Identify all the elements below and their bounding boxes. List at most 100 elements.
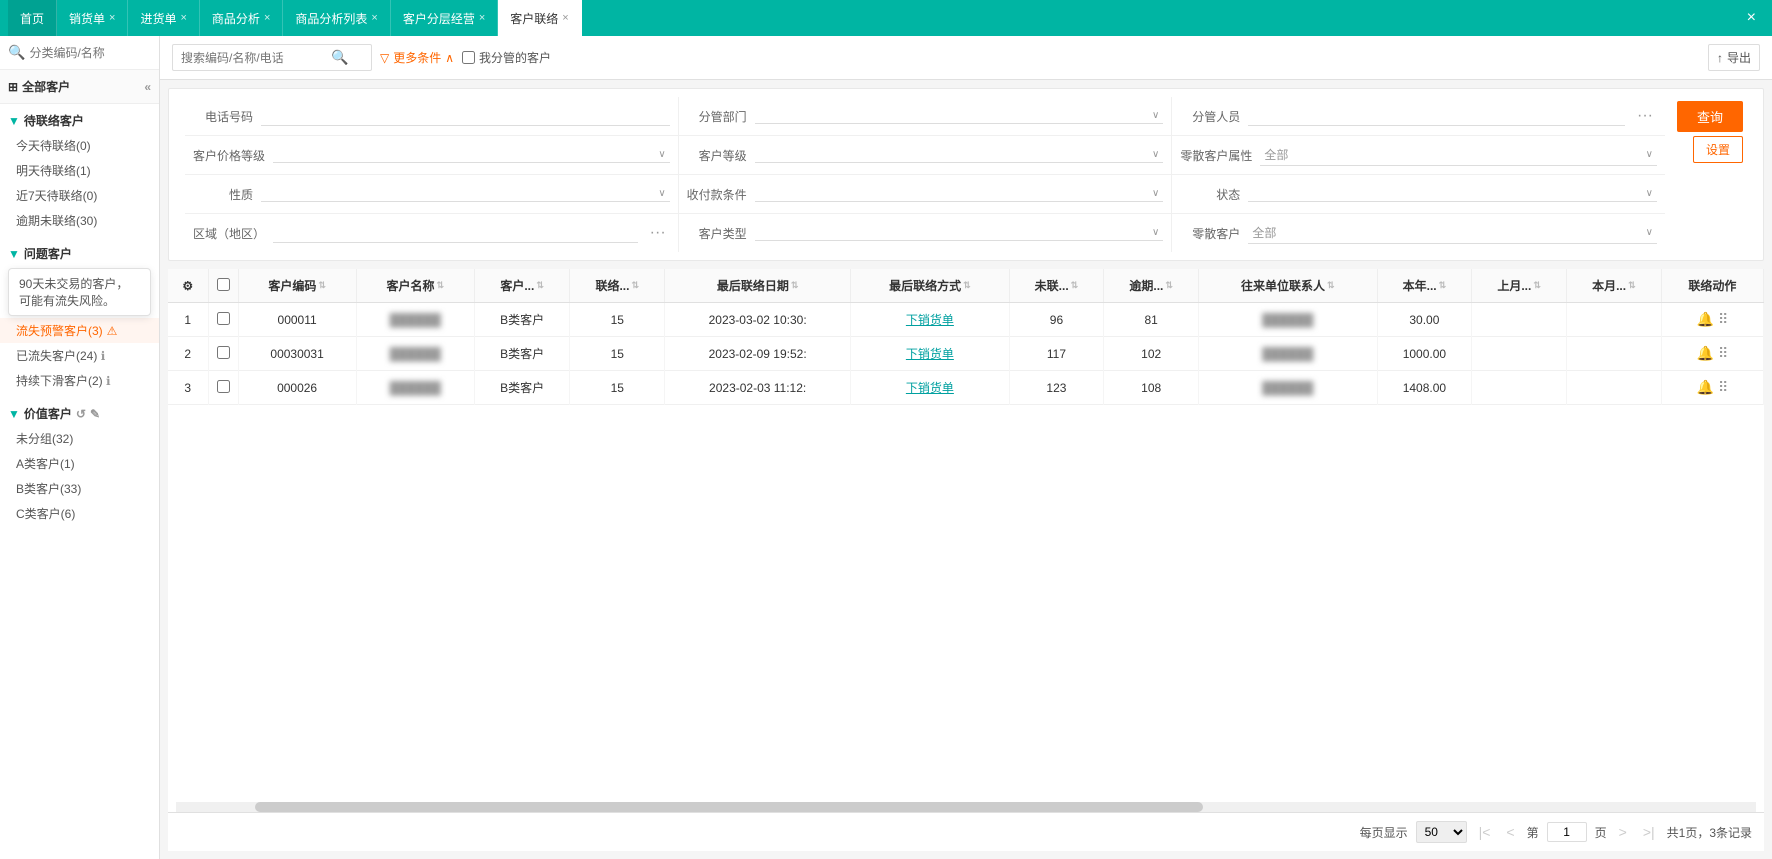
tab-sales-close[interactable]: × [109,12,115,24]
filter-price-tier-select[interactable]: ∨ [273,147,670,163]
filter-dept-select[interactable]: ∨ [755,108,1164,124]
search-button[interactable]: 🔍 [331,49,348,66]
page-number-input[interactable] [1547,822,1587,842]
action-more-icon-0[interactable]: ⠿ [1718,311,1728,328]
table-footer: 每页显示 50 100 200 |< < 第 页 > >| 共1页，3条记录 [168,812,1764,851]
sidebar-item-tomorrow-pending[interactable]: 明天待联络(1) [0,158,159,183]
filter-region: 区域（地区） ··· [185,214,679,252]
prev-page-button[interactable]: < [1502,824,1518,840]
col-overdue: 逾期...⇅ [1104,269,1199,303]
my-customers-checkbox[interactable]: 我分管的客户 [462,49,551,66]
filter-manager-input[interactable] [1248,107,1625,126]
col-name-sort[interactable]: ⇅ [437,280,445,291]
last-method-link-2[interactable]: 下销货单 [906,381,954,395]
tab-product-list[interactable]: 商品分析列表 × [283,0,390,36]
next-page-button[interactable]: > [1615,824,1631,840]
sidebar-all-customers[interactable]: ⊞ 全部客户 « [0,70,159,104]
export-button[interactable]: ↑ 导出 [1708,44,1760,71]
last-method-link-1[interactable]: 下销货单 [906,347,954,361]
edit-icon[interactable]: ✎ [90,407,100,421]
sidebar-item-churn-warning[interactable]: 流失预警客户(3) ⚠ [0,318,159,343]
sidebar-item-week-pending[interactable]: 近7天待联络(0) [0,183,159,208]
tab-product-analysis[interactable]: 商品分析 × [200,0,283,36]
tab-sales-order[interactable]: 销货单 × [57,0,128,36]
section-pending-contact[interactable]: ▼ 待联络客户 [0,108,159,133]
filter-customer-type-select[interactable]: ∨ [755,225,1164,241]
col-code-sort[interactable]: ⇅ [318,280,326,291]
cell-last-month [1472,371,1567,405]
settings-button[interactable]: 设置 [1693,136,1743,163]
tab-customer-contact-close[interactable]: × [562,12,568,24]
row-checkbox-1[interactable] [217,346,230,359]
last-method-link-0[interactable]: 下销货单 [906,313,954,327]
tab-customer-tier-close[interactable]: × [479,12,485,24]
filter-nature-select[interactable]: ∨ [261,186,670,202]
gear-icon[interactable]: ⚙ [182,279,193,293]
tab-customer-tier-label: 客户分层经营 [403,10,475,27]
scrollbar-thumb[interactable] [255,802,1203,812]
row-checkbox-0[interactable] [217,312,230,325]
tab-home[interactable]: 首页 [8,0,57,36]
last-page-button[interactable]: >| [1639,824,1659,840]
per-page-select[interactable]: 50 100 200 [1416,821,1467,843]
action-contact-icon-0[interactable]: 🔔 [1697,311,1714,328]
section-problem-customers[interactable]: ▼ 问题客户 [0,241,159,266]
tab-purchase-order[interactable]: 进货单 × [128,0,199,36]
filter-region-label: 区域（地区） [193,225,265,242]
sidebar-item-today-pending[interactable]: 今天待联络(0) [0,133,159,158]
col-this-year-sort[interactable]: ⇅ [1439,280,1447,291]
sidebar-item-ungroup[interactable]: 未分组(32) [0,426,159,451]
sidebar-item-declining[interactable]: 持续下滑客户(2) ℹ [0,368,159,393]
sidebar-item-a-class[interactable]: A类客户(1) [0,451,159,476]
select-all-checkbox[interactable] [217,278,230,291]
col-last-method-sort[interactable]: ⇅ [963,280,971,291]
cell-name: ██████ [356,337,474,371]
sidebar-item-churned[interactable]: 已流失客户(24) ℹ [0,343,159,368]
tab-customer-contact[interactable]: 客户联络 × [498,0,581,36]
sidebar-search-input[interactable] [29,46,160,60]
tab-purchase-close[interactable]: × [180,12,186,24]
col-contacts-sort[interactable]: ⇅ [1327,280,1335,291]
more-conditions-button[interactable]: ▽ 更多条件 ∧ [380,49,454,66]
action-contact-icon-2[interactable]: 🔔 [1697,379,1714,396]
horizontal-scrollbar[interactable] [176,802,1756,812]
filter-region-more[interactable]: ··· [646,224,670,242]
tab-product-list-close[interactable]: × [371,12,377,24]
col-last-date-sort[interactable]: ⇅ [791,280,799,291]
filter-customer-level-select[interactable]: ∨ [755,147,1164,163]
close-all-button[interactable]: × [1739,5,1764,31]
sidebar-item-overdue-contact[interactable]: 逾期未联络(30) [0,208,159,233]
col-uncontact-sort[interactable]: ⇅ [1071,280,1079,291]
tab-customer-tier[interactable]: 客户分层经营 × [391,0,498,36]
sidebar-item-c-class[interactable]: C类客户(6) [0,501,159,526]
query-button[interactable]: 查询 [1677,101,1743,132]
action-more-icon-1[interactable]: ⠿ [1718,345,1728,362]
action-contact-icon-1[interactable]: 🔔 [1697,345,1714,362]
filter-payment-select[interactable]: ∨ [755,186,1164,202]
filter-status-select[interactable]: ∨ [1248,186,1657,202]
col-last-date: 最后联络日期⇅ [665,269,851,303]
tab-product-analysis-close[interactable]: × [264,12,270,24]
section-value-customers[interactable]: ▼ 价值客户 ↺ ✎ [0,401,159,426]
my-customers-check[interactable] [462,51,475,64]
refresh-icon[interactable]: ↺ [76,407,86,421]
filter-retail-attr-select[interactable]: 全部 ∨ [1260,144,1657,166]
first-page-button[interactable]: |< [1475,824,1495,840]
col-last-month-sort[interactable]: ⇅ [1533,280,1541,291]
sidebar-collapse-icon[interactable]: « [144,80,151,94]
row-checkbox-2[interactable] [217,380,230,393]
action-more-icon-2[interactable]: ⠿ [1718,379,1728,396]
filter-region-input[interactable] [273,224,638,243]
filter-phone-input[interactable] [261,107,670,126]
col-overdue-sort[interactable]: ⇅ [1165,280,1173,291]
filter-retail-select[interactable]: 全部 ∨ [1248,222,1657,244]
filter-manager-more[interactable]: ··· [1633,107,1657,125]
cell-code: 000011 [238,303,356,337]
sidebar-item-b-class[interactable]: B类客户(33) [0,476,159,501]
col-contact-sort[interactable]: ⇅ [631,280,639,291]
cell-num: 1 [168,303,208,337]
col-this-month-sort[interactable]: ⇅ [1628,280,1636,291]
search-input[interactable] [181,51,331,65]
col-type-sort[interactable]: ⇅ [536,280,544,291]
table-wrap[interactable]: ⚙ 客户编码⇅ 客户名称⇅ [168,269,1764,802]
